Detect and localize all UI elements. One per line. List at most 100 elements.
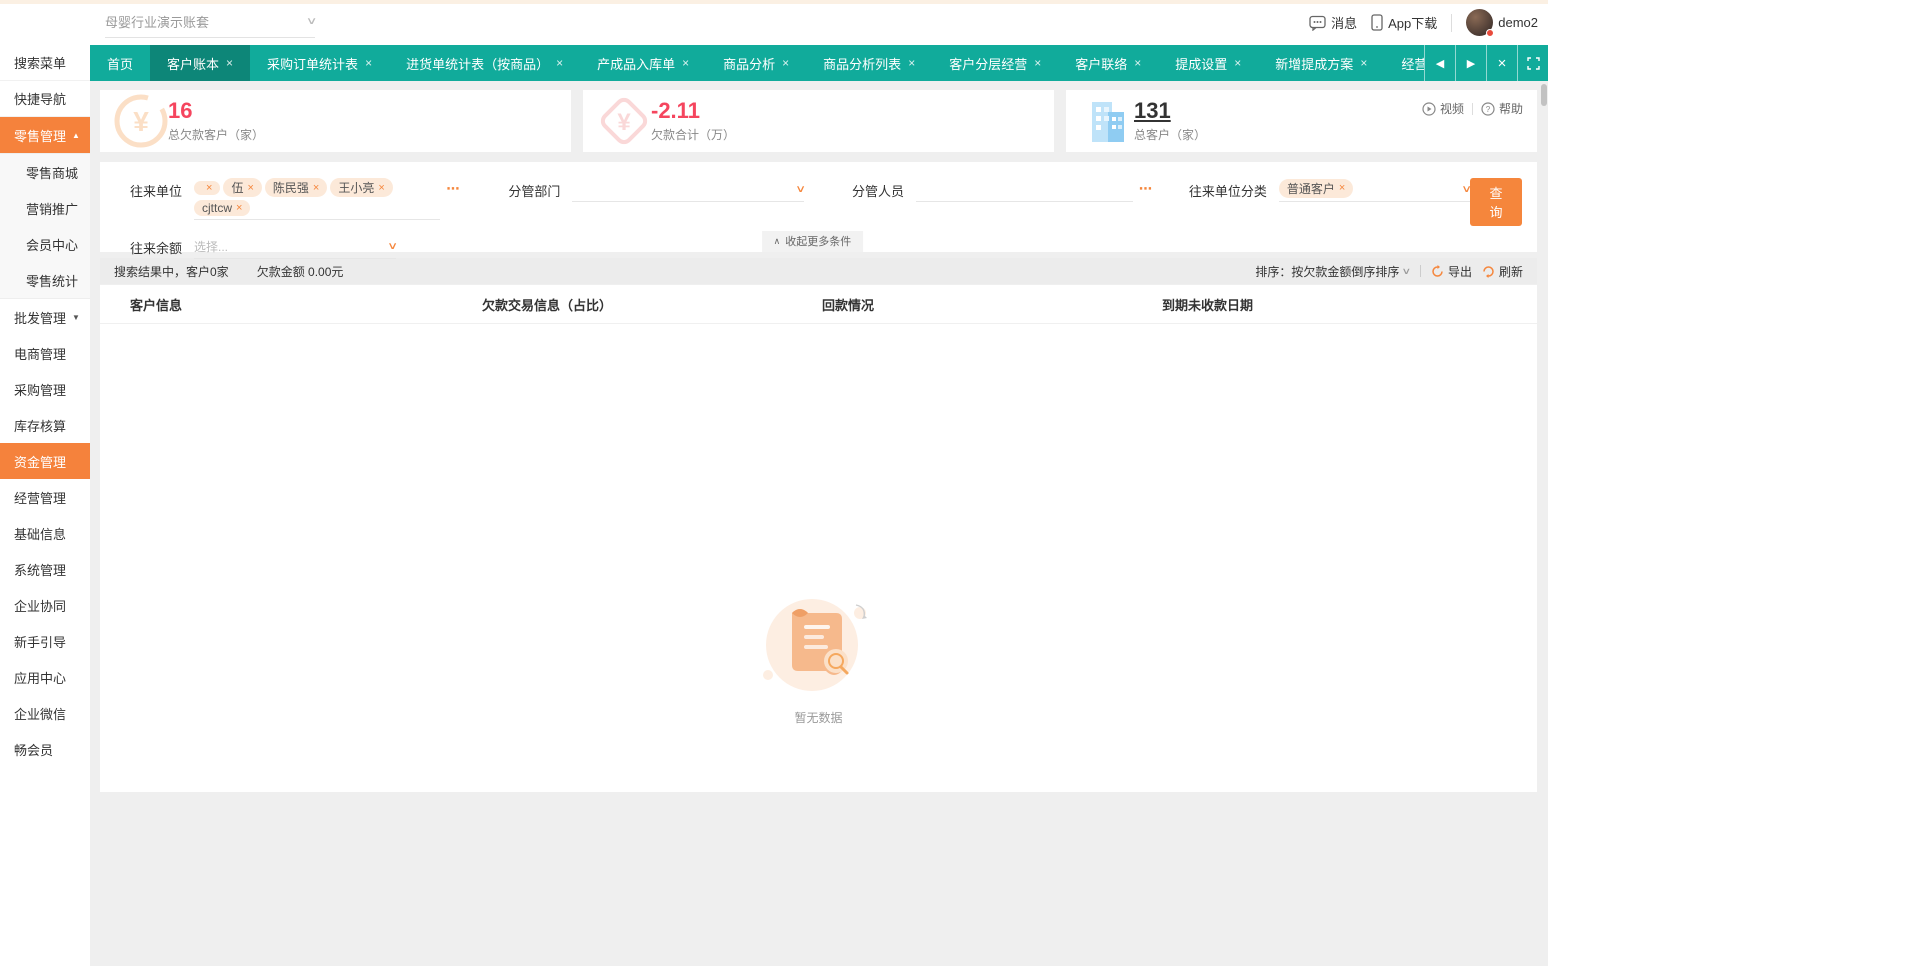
export-button[interactable]: 导出	[1431, 263, 1472, 280]
user-menu[interactable]: demo2	[1466, 9, 1538, 37]
stat-value: 131	[1134, 98, 1171, 123]
more-persons-icon[interactable]: ⋯	[1133, 178, 1153, 197]
app-download-button[interactable]: App下载	[1371, 13, 1437, 32]
account-set-value: 母婴行业演示账套	[105, 15, 210, 30]
retail-submenu: 零售商城 营销推广 会员中心 零售统计	[0, 153, 90, 299]
close-icon[interactable]: ×	[365, 56, 372, 70]
sidebar-item-inventory-accounting[interactable]: 库存核算	[0, 407, 90, 443]
tab-business-status[interactable]: 经营情况×	[1384, 45, 1424, 81]
stat-card-debt-total: ¥ -2.11 欠款合计（万）	[583, 90, 1054, 152]
sidebar-item-retail-mall[interactable]: 零售商城	[0, 154, 90, 190]
close-all-tabs-button[interactable]: ×	[1486, 45, 1517, 81]
sidebar-item-enterprise-wechat[interactable]: 企业微信	[0, 695, 90, 731]
partner-filter-field[interactable]: × 伍 × 陈民强 × 王小亮 × cjttcw ×	[194, 178, 441, 220]
tab-customer-ledger[interactable]: 客户账本 ×	[150, 45, 251, 81]
balance-filter-label: 往来余额	[130, 241, 183, 256]
remove-tag-icon[interactable]: ×	[1339, 182, 1345, 194]
remove-tag-icon[interactable]: ×	[247, 182, 253, 194]
close-icon[interactable]: ×	[1134, 56, 1141, 70]
svg-text:?: ?	[1486, 105, 1491, 114]
sidebar-item-retail-management[interactable]: 零售管理 ▲	[0, 117, 90, 153]
sidebar-item-enterprise-collaboration[interactable]: 企业协同	[0, 587, 90, 623]
category-tag: 普通客户 ×	[1278, 178, 1354, 198]
sidebar-item-app-center[interactable]: 应用中心	[0, 659, 90, 695]
empty-state-text: 暂无数据	[794, 711, 843, 725]
scroll-tabs-left-button[interactable]: ◀	[1424, 45, 1455, 81]
tab-home[interactable]: 首页	[90, 45, 150, 81]
messages-button[interactable]: 消息	[1309, 13, 1357, 32]
department-filter-field[interactable]: ∨	[572, 178, 806, 202]
close-icon[interactable]: ×	[1360, 56, 1367, 70]
sort-selector[interactable]: 排序：按欠款金额倒序排序 ∨	[1255, 263, 1411, 280]
partner-tag: 王小亮 ×	[330, 178, 393, 197]
scroll-tabs-right-button[interactable]: ▶	[1455, 45, 1486, 81]
smartphone-icon	[1371, 14, 1383, 31]
sidebar-item-wholesale-management[interactable]: 批发管理 ▼	[0, 299, 90, 335]
buildings-icon	[1092, 102, 1124, 142]
sidebar-item-purchase-management[interactable]: 采购管理	[0, 371, 90, 407]
stat-label: 总欠款客户（家）	[168, 128, 265, 142]
empty-state: 暂无数据	[100, 587, 1537, 726]
sidebar-item-search-menu[interactable]: 搜索菜单	[0, 45, 90, 81]
tab-finished-goods-inbound[interactable]: 产成品入库单 ×	[580, 45, 706, 81]
results-summary: 搜索结果中，客户0家	[114, 264, 229, 279]
sidebar-item-quick-nav[interactable]: 快捷导航	[0, 81, 90, 117]
query-button[interactable]: 查询	[1470, 178, 1522, 226]
remove-tag-icon[interactable]: ×	[206, 182, 212, 194]
sidebar-item-ecommerce-management[interactable]: 电商管理	[0, 335, 90, 371]
tab-customer-contact[interactable]: 客户联络 ×	[1058, 45, 1158, 81]
yen-diamond-icon: ¥	[600, 97, 648, 145]
tab-product-analysis-list[interactable]: 商品分析列表 ×	[806, 45, 932, 81]
fullscreen-button[interactable]	[1517, 45, 1548, 81]
close-icon[interactable]: ×	[1234, 56, 1241, 70]
close-icon[interactable]: ×	[908, 56, 915, 70]
results-bar: 搜索结果中，客户0家 欠款金额 0.00元 排序：按欠款金额倒序排序 ∨ 导出 …	[100, 258, 1537, 284]
sidebar-item-marketing-promotion[interactable]: 营销推广	[0, 190, 90, 226]
account-set-select[interactable]: 母婴行业演示账套 ∨	[105, 12, 317, 38]
main-content: ¥ 16 总欠款客户（家） ¥ -2.11 欠款合计（万） 131 总客户（家）…	[90, 81, 1548, 966]
sidebar-item-retail-stats[interactable]: 零售统计	[0, 262, 90, 298]
video-link[interactable]: 视频	[1422, 100, 1464, 117]
help-link[interactable]: ? 帮助	[1481, 100, 1523, 117]
close-icon[interactable]: ×	[556, 56, 563, 70]
sidebar-item-newbie-guide[interactable]: 新手引导	[0, 623, 90, 659]
tab-new-commission-plan[interactable]: 新增提成方案 ×	[1258, 45, 1384, 81]
sidebar-item-basic-info[interactable]: 基础信息	[0, 515, 90, 551]
collapse-filters-button[interactable]: ∧ 收起更多条件	[761, 231, 864, 252]
sidebar-item-chang-member[interactable]: 畅会员	[0, 731, 90, 767]
tab-purchase-order-stats[interactable]: 采购订单统计表 ×	[250, 45, 389, 81]
sidebar-item-member-center[interactable]: 会员中心	[0, 226, 90, 262]
remove-tag-icon[interactable]: ×	[236, 202, 242, 214]
sidebar-item-business-management[interactable]: 经营管理	[0, 479, 90, 515]
column-overdue-date: 到期未收款日期	[1162, 298, 1254, 313]
sidebar-item-system-management[interactable]: 系统管理	[0, 551, 90, 587]
balance-filter-field[interactable]: 选择... ∨	[194, 235, 398, 259]
tab-product-analysis[interactable]: 商品分析 ×	[706, 45, 806, 81]
department-filter-label: 分管部门	[508, 184, 561, 199]
tab-strip: 首页 客户账本 × 采购订单统计表 × 进货单统计表（按商品） × 产成品入库单 × 商…	[90, 45, 1424, 81]
person-filter-field[interactable]	[915, 178, 1133, 202]
more-partners-icon[interactable]: ⋯	[440, 178, 460, 197]
remove-tag-icon[interactable]: ×	[378, 182, 384, 194]
avatar	[1466, 9, 1495, 37]
refresh-icon	[1483, 265, 1494, 278]
sidebar-item-funds-management[interactable]: 资金管理	[0, 443, 90, 479]
refresh-button[interactable]: 刷新	[1482, 263, 1523, 280]
close-icon[interactable]: ×	[1034, 56, 1041, 70]
tab-incoming-goods-stats[interactable]: 进货单统计表（按商品） ×	[389, 45, 580, 81]
close-icon[interactable]: ×	[782, 56, 789, 70]
tab-customer-tiering[interactable]: 客户分层经营 ×	[932, 45, 1058, 81]
question-circle-icon: ?	[1481, 101, 1495, 116]
table-header: 客户信息 欠款交易信息（占比） 回款情况 到期未收款日期	[100, 285, 1537, 324]
column-repayment-status: 回款情况	[822, 298, 875, 313]
vertical-scrollbar[interactable]	[1541, 84, 1547, 106]
close-icon[interactable]: ×	[682, 56, 689, 70]
sidebar: 搜索菜单 快捷导航 零售管理 ▲ 零售商城 营销推广 会员中心 零售统计 批发管理…	[0, 45, 90, 966]
category-filter-field[interactable]: 普通客户 × ∨	[1278, 178, 1472, 202]
tab-commission-settings[interactable]: 提成设置 ×	[1158, 45, 1258, 81]
customer-ledger-table: 客户信息 欠款交易信息（占比） 回款情况 到期未收款日期 暂无数据	[100, 285, 1537, 792]
remove-tag-icon[interactable]: ×	[313, 182, 319, 194]
divider	[1451, 13, 1453, 32]
caret-down-icon: ▼	[72, 312, 80, 322]
close-icon[interactable]: ×	[226, 56, 233, 70]
